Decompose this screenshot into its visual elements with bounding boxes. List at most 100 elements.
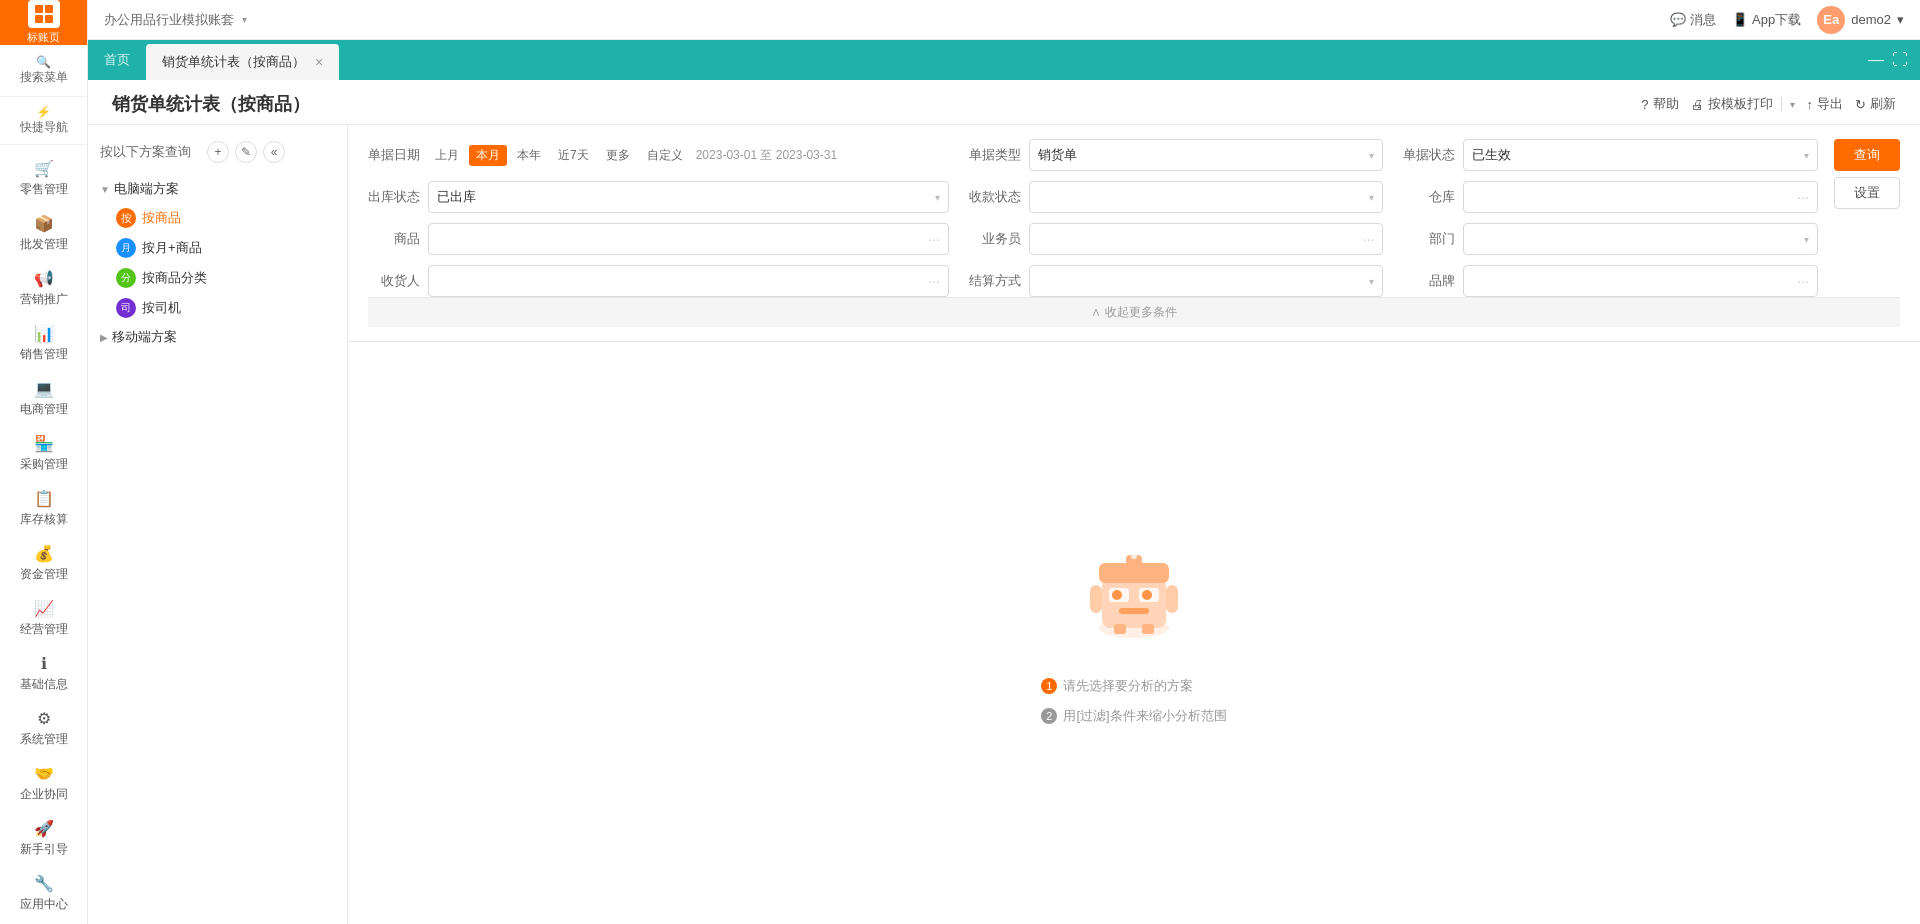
export-button[interactable]: ↑ 导出 — [1807, 95, 1844, 113]
appmarket-icon: 🔧 — [34, 874, 54, 893]
tab-report-label: 销货单统计表（按商品） — [162, 53, 305, 71]
filter-section: 单据日期 上月 本月 本年 近7天 更多 自定义 — [348, 125, 1920, 342]
workspace-dropdown-icon[interactable]: ▾ — [242, 14, 247, 25]
print-dropdown-icon[interactable]: ▾ — [1790, 99, 1795, 110]
tree-child-by-tax[interactable]: 司 按司机 — [88, 293, 347, 323]
warehouse-control[interactable]: ··· — [1463, 181, 1818, 213]
brand-dots-icon[interactable]: ··· — [1797, 273, 1809, 289]
sidebar-item-basic[interactable]: ℹ 基础信息 — [0, 644, 87, 699]
by-month-product-label: 按月+商品 — [142, 239, 202, 257]
message-button[interactable]: 💬 消息 — [1670, 11, 1716, 29]
app-label: App下载 — [1752, 11, 1801, 29]
sidebar-item-wechat[interactable]: 💬 企业微信 — [0, 919, 87, 924]
doc-status-control[interactable]: 已生效 ▾ — [1463, 139, 1818, 171]
app-download-button[interactable]: 📱 App下载 — [1732, 11, 1801, 29]
finance-label: 资金管理 — [20, 566, 68, 583]
tab-close-button[interactable]: × — [315, 54, 323, 70]
sidebar-item-operations[interactable]: 📈 经营管理 — [0, 589, 87, 644]
sidebar-item-system[interactable]: ⚙ 系统管理 — [0, 699, 87, 754]
sidebar-item-sales[interactable]: 📊 销售管理 — [0, 314, 87, 369]
sidebar-item-enterprise[interactable]: 🤝 企业协同 — [0, 754, 87, 809]
svg-rect-10 — [1119, 608, 1149, 614]
sidebar-item-inventory[interactable]: 📋 库存核算 — [0, 479, 87, 534]
collapse-bar[interactable]: ∧ 收起更多条件 — [368, 297, 1900, 327]
sidebar-item-ecommerce[interactable]: 💻 电商管理 — [0, 369, 87, 424]
sidebar-item-retail[interactable]: 🛒 零售管理 — [0, 149, 87, 204]
recipient-control[interactable]: ··· — [428, 265, 949, 297]
dept-control[interactable]: ▾ — [1463, 223, 1818, 255]
date-tab-last7[interactable]: 近7天 — [551, 145, 596, 166]
tab-maximize-button[interactable]: ⛶ — [1892, 51, 1908, 69]
by-tax-icon: 司 — [116, 298, 136, 318]
sales-label: 销售管理 — [20, 346, 68, 363]
right-content: 单据日期 上月 本月 本年 近7天 更多 自定义 — [348, 125, 1920, 924]
page-actions: ? 帮助 🖨 按模板打印 ▾ ↑ 导出 ↻ 刷新 — [1641, 95, 1896, 113]
date-tab-this-month[interactable]: 本月 — [469, 145, 507, 166]
tree-pc-parent[interactable]: ▼ 电脑端方案 — [88, 175, 347, 203]
tab-report[interactable]: 销货单统计表（按商品） × — [146, 44, 339, 80]
sidebar-search[interactable]: 🔍 搜索菜单 — [0, 45, 87, 97]
page-content: 销货单统计表（按商品） ? 帮助 🖨 按模板打印 ▾ ↑ 导出 ↻ — [88, 80, 1920, 924]
filter-row-4: 收货人 ··· 结算方式 — [368, 265, 1818, 297]
help-button[interactable]: ? 帮助 — [1641, 95, 1678, 113]
brand-field: 品牌 ··· — [1403, 265, 1818, 297]
salesman-dots-icon[interactable]: ··· — [1363, 231, 1375, 247]
tree-child-by-category[interactable]: 分 按商品分类 — [88, 263, 347, 293]
by-product-label: 按商品 — [142, 209, 181, 227]
tree-child-by-product[interactable]: 按 按商品 — [88, 203, 347, 233]
out-status-control[interactable]: 已出库 ▾ — [428, 181, 949, 213]
sidebar-item-appmarket[interactable]: 🔧 应用中心 — [0, 864, 87, 919]
sidebar-item-marketing[interactable]: 📢 营销推广 — [0, 259, 87, 314]
date-tab-custom[interactable]: 自定义 — [640, 145, 690, 166]
date-tab-last-month[interactable]: 上月 — [428, 145, 466, 166]
tree-child-by-month-product[interactable]: 月 按月+商品 — [88, 233, 347, 263]
header-right: 💬 消息 📱 App下载 Ea demo2 ▾ — [1670, 6, 1904, 34]
retail-icon: 🛒 — [34, 159, 54, 178]
salesman-label: 业务员 — [969, 230, 1021, 248]
wholesale-icon: 📦 — [34, 214, 54, 233]
edit-icon: ✎ — [241, 145, 251, 159]
salesman-control[interactable]: ··· — [1029, 223, 1384, 255]
print-button[interactable]: 🖨 按模板打印 ▾ — [1691, 95, 1795, 113]
date-tab-this-year[interactable]: 本年 — [510, 145, 548, 166]
recipient-dots-icon[interactable]: ··· — [928, 273, 940, 289]
system-icon: ⚙ — [37, 709, 51, 728]
collapse-icon: « — [271, 145, 278, 159]
finance-icon: 💰 — [34, 544, 54, 563]
product-dots-icon[interactable]: ··· — [928, 231, 940, 247]
export-label: 导出 — [1817, 95, 1843, 113]
sidebar-item-purchase[interactable]: 🏪 采购管理 — [0, 424, 87, 479]
sidebar-shortcut[interactable]: ⚡ 快捷导航 — [0, 97, 87, 145]
refresh-button[interactable]: ↻ 刷新 — [1855, 95, 1896, 113]
tip-text-2: 用[过滤]条件来缩小分析范围 — [1063, 703, 1226, 729]
product-control[interactable]: ··· — [428, 223, 949, 255]
app-logo[interactable]: 标账页 — [0, 0, 88, 45]
filter-fields-area: 单据日期 上月 本月 本年 近7天 更多 自定义 — [368, 139, 1818, 297]
pay-status-control[interactable]: ▾ — [1029, 181, 1384, 213]
app-icon: 📱 — [1732, 12, 1748, 27]
recipient-label: 收货人 — [368, 272, 420, 290]
collapse-panel-button[interactable]: « — [263, 141, 285, 163]
sidebar-item-newbie[interactable]: 🚀 新手引导 — [0, 809, 87, 864]
marketing-icon: 📢 — [34, 269, 54, 288]
warehouse-dots-icon[interactable]: ··· — [1797, 189, 1809, 205]
tab-actions: — ⛶ — [1868, 51, 1920, 69]
tab-home[interactable]: 首页 — [88, 40, 146, 80]
sidebar-item-finance[interactable]: 💰 资金管理 — [0, 534, 87, 589]
sales-icon: 📊 — [34, 324, 54, 343]
logo-text: 标账页 — [27, 30, 60, 45]
settings-button[interactable]: 设置 — [1834, 177, 1900, 209]
msg-label: 消息 — [1690, 11, 1716, 29]
query-button[interactable]: 查询 — [1834, 139, 1900, 171]
tab-minimize-button[interactable]: — — [1868, 51, 1884, 69]
add-scheme-button[interactable]: + — [207, 141, 229, 163]
edit-scheme-button[interactable]: ✎ — [235, 141, 257, 163]
date-tab-more[interactable]: 更多 — [599, 145, 637, 166]
sidebar-item-wholesale[interactable]: 📦 批发管理 — [0, 204, 87, 259]
tree-mobile-parent[interactable]: ▶ 移动端方案 — [88, 323, 347, 351]
mobile-scheme-label: 移动端方案 — [112, 328, 177, 346]
settle-control[interactable]: ▾ — [1029, 265, 1384, 297]
doc-type-control[interactable]: 销货单 ▾ — [1029, 139, 1384, 171]
brand-control[interactable]: ··· — [1463, 265, 1818, 297]
user-info[interactable]: Ea demo2 ▾ — [1817, 6, 1904, 34]
